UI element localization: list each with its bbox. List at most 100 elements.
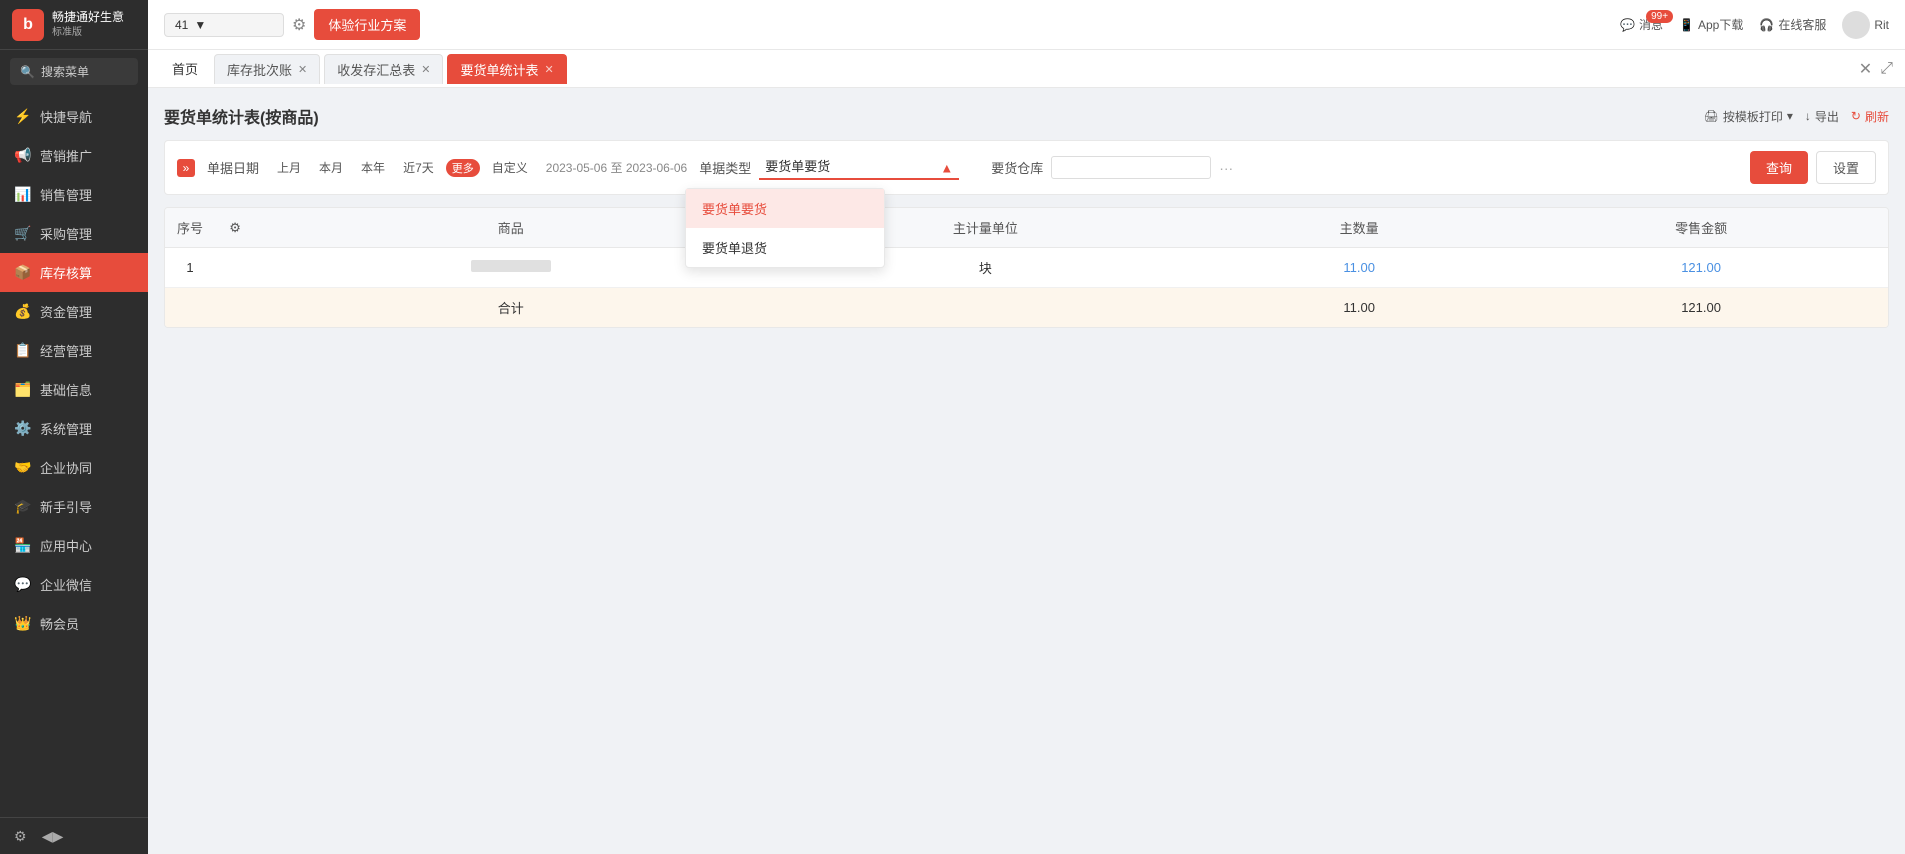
online-service-button[interactable]: 🎧 在线客服 (1759, 16, 1826, 33)
footer-amount: 121.00 (1514, 288, 1888, 328)
sidebar-item-finance[interactable]: 💰 资金管理 (0, 292, 148, 331)
filter-expand-button[interactable]: » (177, 159, 195, 177)
sidebar-item-member[interactable]: 👑 畅会员 (0, 604, 148, 643)
sidebar-item-sales[interactable]: 📊 销售管理 (0, 175, 148, 214)
cell-quantity-0: 11.00 (1204, 248, 1514, 288)
type-select[interactable]: 要货单要货 要货单退货 (759, 155, 959, 180)
close-all-tabs-icon[interactable]: ✕ (1859, 59, 1872, 79)
sidebar-item-wechat[interactable]: 💬 企业微信 (0, 565, 148, 604)
curr-month-btn[interactable]: 本月 (313, 157, 349, 178)
content-area: 要货单统计表(按商品) 🖨 按模板打印 ▾ ↓ 导出 ↻ 刷新 » (148, 88, 1905, 854)
refresh-icon: ↻ (1851, 109, 1861, 123)
sidebar-item-system[interactable]: ⚙️ 系统管理 (0, 409, 148, 448)
date-options-group: 上月 本月 本年 近7天 更多 自定义 (271, 157, 534, 178)
sidebar-item-enterprise[interactable]: 🤝 企业协同 (0, 448, 148, 487)
dropdown-item-order-return[interactable]: 要货单退货 (686, 228, 884, 267)
prev-month-btn[interactable]: 上月 (271, 157, 307, 178)
sidebar-item-label-business: 经营管理 (40, 341, 92, 360)
curr-year-btn[interactable]: 本年 (355, 157, 391, 178)
tab-batch-account[interactable]: 库存批次账 ✕ (214, 54, 320, 84)
sidebar-item-label-inventory: 库存核算 (40, 263, 92, 282)
7days-btn[interactable]: 近7天 (397, 157, 440, 178)
filter-bar: » 单据日期 上月 本月 本年 近7天 更多 自定义 2023-05-06 至 … (164, 140, 1889, 195)
quick-nav-icon: ⚡ (14, 108, 32, 125)
sidebar-item-guide[interactable]: 🎓 新手引导 (0, 487, 148, 526)
tabbar-end: ✕ ⤢ (1859, 59, 1893, 79)
sidebar-item-business[interactable]: 📋 经营管理 (0, 331, 148, 370)
query-button[interactable]: 查询 (1750, 151, 1808, 184)
print-dropdown-icon: ▾ (1787, 109, 1793, 123)
sidebar-item-label-base: 基础信息 (40, 380, 92, 399)
type-label: 单据类型 (699, 158, 751, 177)
topbar-right: 💬 消息 99+ 📱 App下载 🎧 在线客服 Rit (1620, 11, 1889, 39)
refresh-button[interactable]: ↻ 刷新 (1851, 108, 1889, 125)
app-download-button[interactable]: 📱 App下载 (1679, 16, 1743, 33)
search-menu-button[interactable]: 🔍 搜索菜单 (10, 58, 138, 85)
export-button[interactable]: ↓ 导出 (1805, 108, 1839, 125)
close-order-stats-tab-icon[interactable]: ✕ (545, 63, 554, 76)
sidebar-item-marketing[interactable]: 📢 营销推广 (0, 136, 148, 175)
sidebar-item-label-sales: 销售管理 (40, 185, 92, 204)
avatar (1842, 11, 1870, 39)
warehouse-more-icon[interactable]: ··· (1219, 160, 1233, 176)
search-icon: 🔍 (20, 65, 35, 79)
table-header-row: 序号 ⚙ 商品 主计量单位 主数量 零售金额 (165, 208, 1888, 248)
sidebar-item-quick-nav[interactable]: ⚡ 快捷导航 (0, 97, 148, 136)
topbar-settings-icon[interactable]: ⚙ (292, 15, 306, 35)
page-title: 要货单统计表(按商品) (164, 104, 319, 128)
date-range-display: 2023-05-06 至 2023-06-06 (546, 159, 687, 176)
col-quantity-header: 主数量 (1204, 208, 1514, 248)
tab-order-stats[interactable]: 要货单统计表 ✕ (447, 54, 566, 84)
sidebar-item-purchase[interactable]: 🛒 采购管理 (0, 214, 148, 253)
print-icon: 🖨 (1704, 109, 1719, 123)
col-amount-header: 零售金额 (1514, 208, 1888, 248)
type-select-wrapper: 要货单要货 要货单退货 ▲ (759, 155, 959, 180)
footer-quantity: 11.00 (1204, 288, 1514, 328)
footer-empty (766, 288, 1204, 328)
marketing-icon: 📢 (14, 147, 32, 164)
system-icon: ⚙️ (14, 420, 32, 437)
sidebar-item-label-marketing: 营销推广 (40, 146, 92, 165)
dropdown-item-order-goods[interactable]: 要货单要货 (686, 189, 884, 228)
expand-tabs-icon[interactable]: ⤢ (1880, 60, 1893, 78)
business-icon: 📋 (14, 342, 32, 359)
sidebar-item-inventory[interactable]: 📦 库存核算 (0, 253, 148, 292)
app-logo-text: 畅捷通好生意 标准版 (52, 10, 124, 39)
topbar-left: 41 ▼ ⚙ 体验行业方案 (164, 9, 1608, 40)
more-date-badge[interactable]: 更多 (446, 159, 480, 177)
trial-button[interactable]: 体验行业方案 (314, 9, 420, 40)
close-receive-summary-tab-icon[interactable]: ✕ (421, 63, 430, 76)
sidebar-item-label-system: 系统管理 (40, 419, 92, 438)
filter-settings-button[interactable]: 设置 (1816, 151, 1876, 184)
tab-receive-summary[interactable]: 收发存汇总表 ✕ (324, 54, 443, 84)
sidebar-item-base[interactable]: 🗂️ 基础信息 (0, 370, 148, 409)
sidebar-search-area: 🔍 搜索菜单 (0, 50, 148, 93)
sidebar-item-label-member: 畅会员 (40, 614, 79, 633)
close-batch-account-tab-icon[interactable]: ✕ (298, 63, 307, 76)
data-table: 序号 ⚙ 商品 主计量单位 主数量 零售金额 1 块 11.00 121.00 (165, 208, 1888, 327)
print-button[interactable]: 🖨 按模板打印 ▾ (1704, 108, 1793, 125)
warehouse-input[interactable] (1051, 156, 1211, 179)
sidebar-item-label-guide: 新手引导 (40, 497, 92, 516)
messages-button[interactable]: 💬 消息 99+ (1620, 16, 1663, 33)
custom-date-btn[interactable]: 自定义 (486, 157, 534, 178)
cell-num-0: 1 (165, 248, 215, 288)
finance-icon: 💰 (14, 303, 32, 320)
base-icon: 🗂️ (14, 381, 32, 398)
footer-label: 合计 (255, 288, 766, 328)
tab-home[interactable]: 首页 (160, 54, 210, 84)
warehouse-filter-group: 要货仓库 ··· (991, 156, 1233, 179)
settings-icon[interactable]: ⚙ (14, 828, 27, 845)
col-settings-header[interactable]: ⚙ (215, 208, 255, 248)
company-selector[interactable]: 41 ▼ (164, 13, 284, 37)
table-footer-row: 合计 11.00 121.00 (165, 288, 1888, 328)
message-icon: 💬 (1620, 18, 1635, 32)
sidebar-item-appstore[interactable]: 🏪 应用中心 (0, 526, 148, 565)
user-avatar-area[interactable]: Rit (1842, 11, 1889, 39)
purchase-icon: 🛒 (14, 225, 32, 242)
app-logo-icon: b (12, 9, 44, 41)
sidebar-item-label-wechat: 企业微信 (40, 575, 92, 594)
collapse-icon[interactable]: ◀▶ (43, 826, 63, 846)
sidebar-item-label-quick-nav: 快捷导航 (40, 107, 92, 126)
date-label: 单据日期 (207, 158, 259, 177)
